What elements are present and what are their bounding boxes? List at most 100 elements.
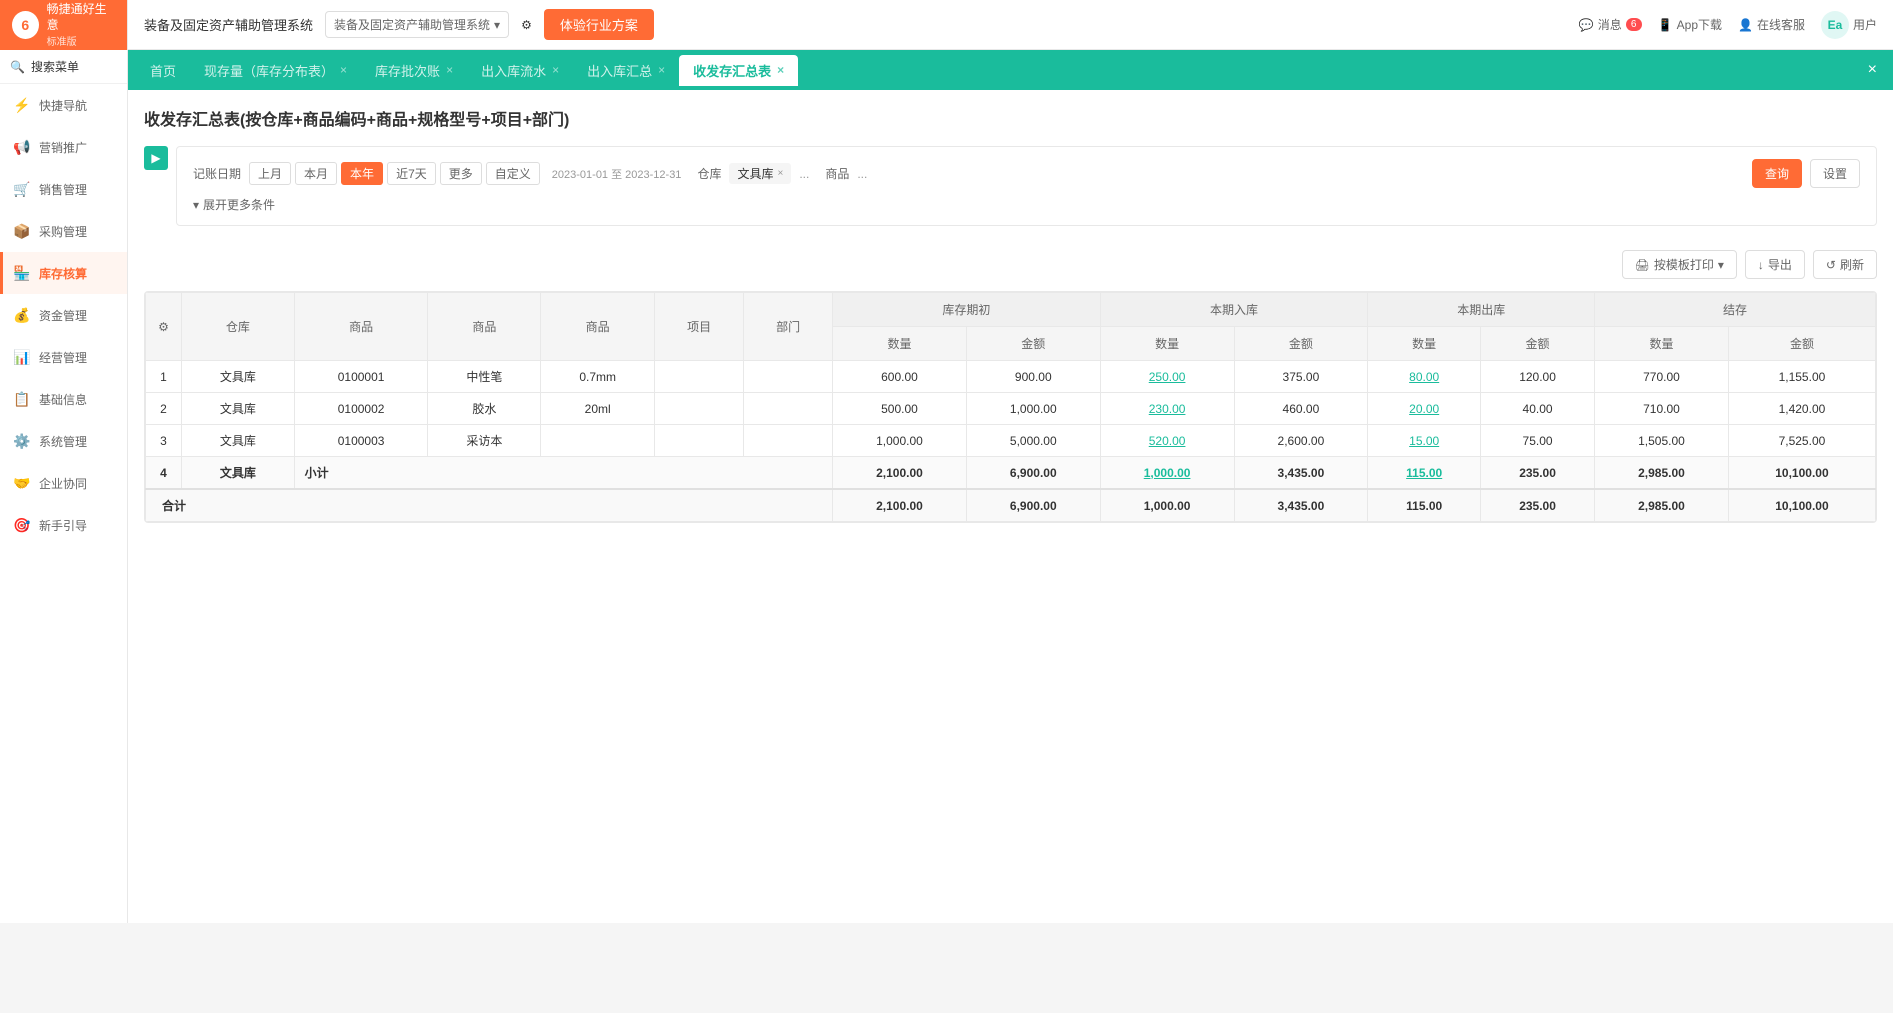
date-btn-自定义[interactable]: 自定义 (486, 162, 540, 185)
tabbar: 首页现存量（库存分布表）×库存批次账×出入库流水×出入库汇总×收发存汇总表×× (128, 50, 1893, 90)
sidebar-item-guide[interactable]: 🎯 新手引导 (0, 504, 127, 546)
tab-label: 库存批次账 (375, 61, 440, 80)
sidebar-item-quick-nav[interactable]: ⚡ 快捷导航 (0, 84, 127, 126)
th-out-qty: 数量 (1368, 327, 1481, 361)
th-settings[interactable]: ⚙ (146, 293, 182, 361)
goods-more[interactable]: ... (857, 167, 867, 181)
try-industry-button[interactable]: 体验行业方案 (544, 9, 654, 40)
warehouse-more[interactable]: ... (799, 167, 809, 181)
sidebar-item-label-purchase: 采购管理 (39, 223, 87, 240)
tab-close-all-button[interactable]: × (1860, 57, 1885, 83)
tab-close-icon[interactable]: × (552, 63, 559, 77)
gear-icon[interactable]: ⚙ (521, 18, 532, 32)
sidebar-item-finance[interactable]: 💰 资金管理 (0, 294, 127, 336)
query-button[interactable]: 查询 (1752, 159, 1802, 188)
row-out-amt: 75.00 (1481, 425, 1595, 457)
row-open-qty: 600.00 (833, 361, 967, 393)
date-btn-更多[interactable]: 更多 (440, 162, 482, 185)
row-out-amt: 40.00 (1481, 393, 1595, 425)
row-bal-qty: 1,505.00 (1595, 425, 1729, 457)
search-icon: 🔍 (10, 60, 25, 74)
tab-收发存汇总表[interactable]: 收发存汇总表× (679, 55, 798, 86)
sidebar-item-label-system: 系统管理 (39, 433, 87, 450)
row-dept (744, 425, 833, 457)
export-button[interactable]: ↓ 导出 (1745, 250, 1805, 279)
warehouse-tag-close[interactable]: × (777, 168, 783, 179)
sub-out-qty[interactable]: 115.00 (1368, 457, 1481, 490)
row-out-qty[interactable]: 20.00 (1368, 393, 1481, 425)
print-label: 按模板打印 (1654, 256, 1714, 273)
date-btn-上月[interactable]: 上月 (249, 162, 291, 185)
date-btn-本年[interactable]: 本年 (341, 162, 383, 185)
date-btn-近7天[interactable]: 近7天 (387, 162, 436, 185)
sidebar-search[interactable]: 🔍 搜索菜单 (0, 50, 127, 84)
refresh-button[interactable]: ↺ 刷新 (1813, 250, 1877, 279)
th-warehouse: 仓库 (182, 293, 295, 361)
tab-出入库汇总[interactable]: 出入库汇总× (573, 55, 679, 86)
filter-collapse-button[interactable]: ▶ (144, 146, 168, 170)
app-download-label: App下载 (1677, 16, 1722, 33)
system-selector[interactable]: 装备及固定资产辅助管理系统 ▾ (325, 11, 509, 38)
th-opening-group: 库存期初 (833, 293, 1101, 327)
expand-icon: ▾ (193, 198, 199, 212)
row-out-qty[interactable]: 15.00 (1368, 425, 1481, 457)
tab-close-icon[interactable]: × (658, 63, 665, 77)
export-icon: ↓ (1758, 258, 1764, 272)
row-out-qty[interactable]: 80.00 (1368, 361, 1481, 393)
sidebar-item-base[interactable]: 📋 基础信息 (0, 378, 127, 420)
row-open-amt: 900.00 (966, 361, 1100, 393)
warehouse-tag: 文具库 × (729, 163, 791, 184)
tab-出入库流水[interactable]: 出入库流水× (467, 55, 573, 86)
row-in-qty[interactable]: 230.00 (1100, 393, 1234, 425)
sidebar-item-purchase[interactable]: 📦 采购管理 (0, 210, 127, 252)
row-bal-qty: 770.00 (1595, 361, 1729, 393)
subtotal-row: 4 文具库 小计 2,100.00 6,900.00 1,000.00 3,43… (146, 457, 1876, 490)
sidebar-item-marketing[interactable]: 📢 营销推广 (0, 126, 127, 168)
sub-in-qty[interactable]: 1,000.00 (1100, 457, 1234, 490)
tab-首页[interactable]: 首页 (136, 55, 190, 86)
warehouse-filter: 仓库 文具库 × ... (697, 163, 809, 184)
sub-open-amt: 6,900.00 (966, 457, 1100, 490)
sidebar-item-label-base: 基础信息 (39, 391, 87, 408)
goods-label: 商品 (825, 165, 849, 182)
tab-label: 现存量（库存分布表） (204, 61, 334, 80)
tab-现存量（库存分布表）[interactable]: 现存量（库存分布表） × (190, 55, 361, 86)
sidebar-item-inventory[interactable]: 🏪 库存核算 (0, 252, 127, 294)
tab-close-icon[interactable]: × (446, 63, 453, 77)
tab-close-icon[interactable]: × (340, 63, 347, 77)
sub-bal-amt: 10,100.00 (1728, 457, 1875, 490)
date-btn-本月[interactable]: 本月 (295, 162, 337, 185)
message-item[interactable]: 💬 消息 6 (1579, 16, 1642, 33)
tab-库存批次账[interactable]: 库存批次账 × (361, 55, 467, 86)
row-goods-spec (541, 425, 655, 457)
row-in-qty[interactable]: 520.00 (1100, 425, 1234, 457)
sidebar-item-system[interactable]: ⚙️ 系统管理 (0, 420, 127, 462)
chevron-down-icon: ▾ (494, 18, 500, 32)
user-label: 用户 (1853, 16, 1877, 33)
th-goods-name: 商品 (428, 293, 541, 361)
total-out-amt: 235.00 (1481, 489, 1595, 522)
row-in-qty[interactable]: 250.00 (1100, 361, 1234, 393)
row-goods-code: 0100001 (294, 361, 428, 393)
app-download-item[interactable]: 📱 App下载 (1658, 16, 1722, 33)
expand-button[interactable]: ▾ 展开更多条件 (193, 196, 1860, 213)
tab-close-icon[interactable]: × (777, 63, 784, 77)
online-service-item[interactable]: 👤 在线客服 (1738, 16, 1805, 33)
table-row: 2 文具库 0100002 胶水 20ml 500.00 1,000.00 23… (146, 393, 1876, 425)
user-item[interactable]: Ea 用户 (1821, 11, 1877, 39)
sidebar-item-sales[interactable]: 🛒 销售管理 (0, 168, 127, 210)
sidebar-item-collab[interactable]: 🤝 企业协同 (0, 462, 127, 504)
sidebar-item-operations[interactable]: 📊 经营管理 (0, 336, 127, 378)
print-dropdown-icon: ▾ (1718, 258, 1724, 272)
logo-icon: 6 (12, 11, 39, 39)
th-bal-amt: 金额 (1728, 327, 1875, 361)
system-icon: ⚙️ (13, 432, 31, 450)
row-seq: 3 (146, 425, 182, 457)
row-goods-name: 采访本 (428, 425, 541, 457)
row-open-amt: 5,000.00 (966, 425, 1100, 457)
row-warehouse: 文具库 (182, 425, 295, 457)
print-button[interactable]: 🖨 按模板打印 ▾ (1622, 250, 1737, 279)
filter-settings-button[interactable]: 设置 (1810, 159, 1860, 188)
th-bal-qty: 数量 (1595, 327, 1729, 361)
th-open-amt: 金额 (966, 327, 1100, 361)
